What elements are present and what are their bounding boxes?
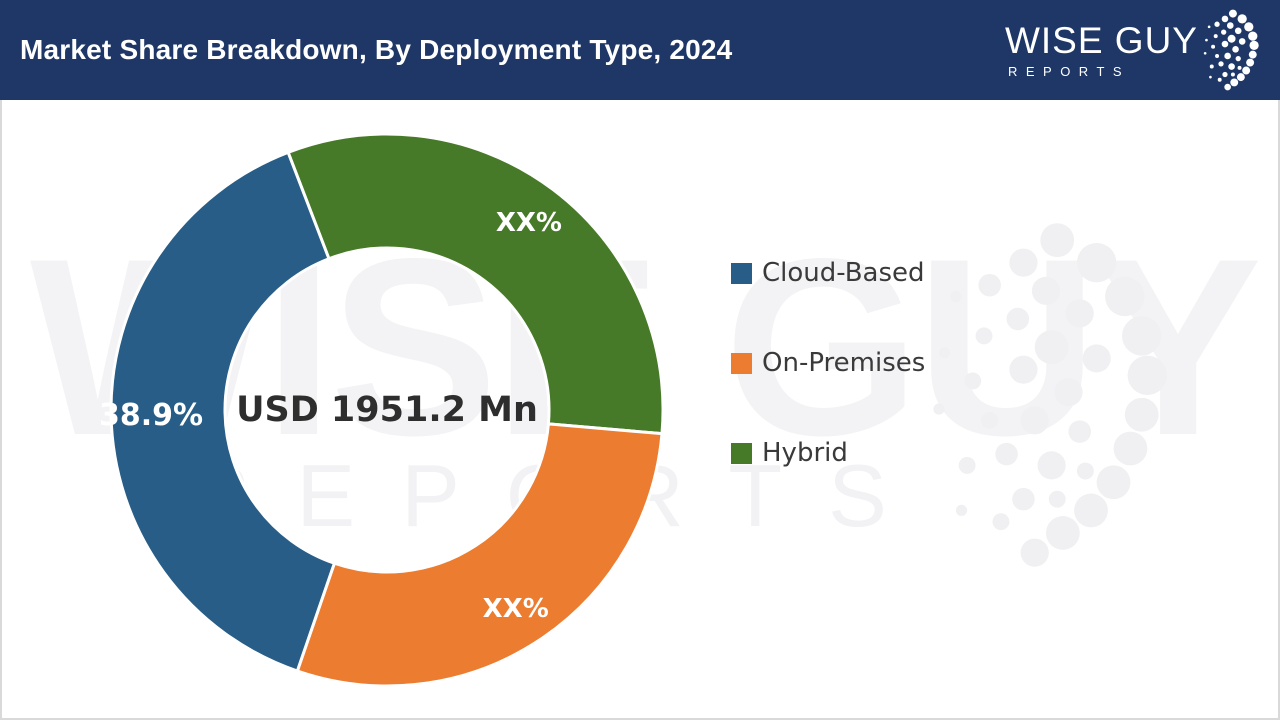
face-dot (1209, 64, 1214, 69)
chart-canvas: WISE GUY REPORTS XX%XX%38.9% USD 1951.2 … (0, 100, 1280, 720)
legend-label: Hybrid (762, 438, 848, 468)
face-dot (1224, 83, 1231, 91)
face-dot (1237, 14, 1247, 24)
face-dot (1228, 63, 1235, 70)
face-dot (1232, 46, 1239, 53)
face-dot (1235, 55, 1241, 62)
face-dot (1227, 34, 1236, 43)
face-dot (1211, 44, 1216, 49)
face-dot (1215, 53, 1220, 58)
donut-chart: XX% XX% 38.9% (99, 132, 665, 688)
donut-center-value: USD 1951.2 Mn (236, 390, 538, 430)
face-dot (1205, 38, 1208, 42)
face-dot (1248, 50, 1257, 59)
face-dot (1248, 31, 1258, 41)
face-dot (1217, 77, 1222, 82)
face-dot (1249, 40, 1259, 50)
face-dot (1224, 52, 1231, 60)
face-dot (1207, 25, 1211, 29)
face-dot (1226, 22, 1234, 29)
logo-text: WISE GUY REPORTS (1005, 22, 1198, 79)
face-dot (1234, 27, 1242, 35)
legend-item-cloud-based: Cloud-Based (731, 260, 925, 286)
legend-swatch-on-premises (731, 352, 752, 374)
face-dot (1228, 9, 1237, 18)
slice-pct-label-cloud-based: 38.9% (99, 398, 203, 433)
donut-segment-hybrid (286, 132, 665, 436)
logo-subtitle: REPORTS (1007, 63, 1131, 79)
legend-swatch-cloud-based (731, 262, 752, 284)
page-title: Market Share Breakdown, By Deployment Ty… (20, 34, 733, 65)
header-bar: Market Share Breakdown, By Deployment Ty… (0, 0, 1280, 100)
face-dot (1230, 72, 1235, 77)
face-dot (1221, 15, 1229, 23)
face-dot (1214, 21, 1220, 27)
wise-guy-logo: WISE GUY REPORTS (1005, 7, 1262, 93)
face-dot (1236, 73, 1245, 82)
legend-item-on-premises: On-Premises (731, 350, 925, 376)
slice-pct-label-on-premises: XX% (483, 594, 549, 624)
face-dot (1238, 38, 1246, 45)
face-dot (1230, 78, 1239, 87)
face-dot (1244, 22, 1254, 32)
face-dot (1209, 75, 1212, 79)
face-dot (1222, 71, 1228, 78)
face-dot (1246, 58, 1255, 67)
legend-label: On-Premises (762, 348, 926, 378)
face-dot (1213, 34, 1218, 39)
legend-swatch-hybrid (731, 442, 752, 464)
slice-pct-label-hybrid: XX% (496, 208, 562, 238)
logo-face-icon (1203, 9, 1259, 91)
face-dot (1203, 51, 1207, 55)
legend-label: Cloud-Based (762, 258, 925, 288)
face-dot (1242, 66, 1251, 75)
face-dot (1221, 40, 1229, 48)
face-dot (1237, 65, 1242, 70)
donut-segment-on-premises (295, 422, 664, 688)
face-dot (1221, 29, 1227, 35)
logo-wordmark: WISE GUY (1004, 19, 1198, 61)
chart-legend: Cloud-Based On-Premises Hybrid (731, 260, 925, 466)
legend-item-hybrid: Hybrid (731, 440, 925, 466)
face-dot (1218, 61, 1224, 67)
